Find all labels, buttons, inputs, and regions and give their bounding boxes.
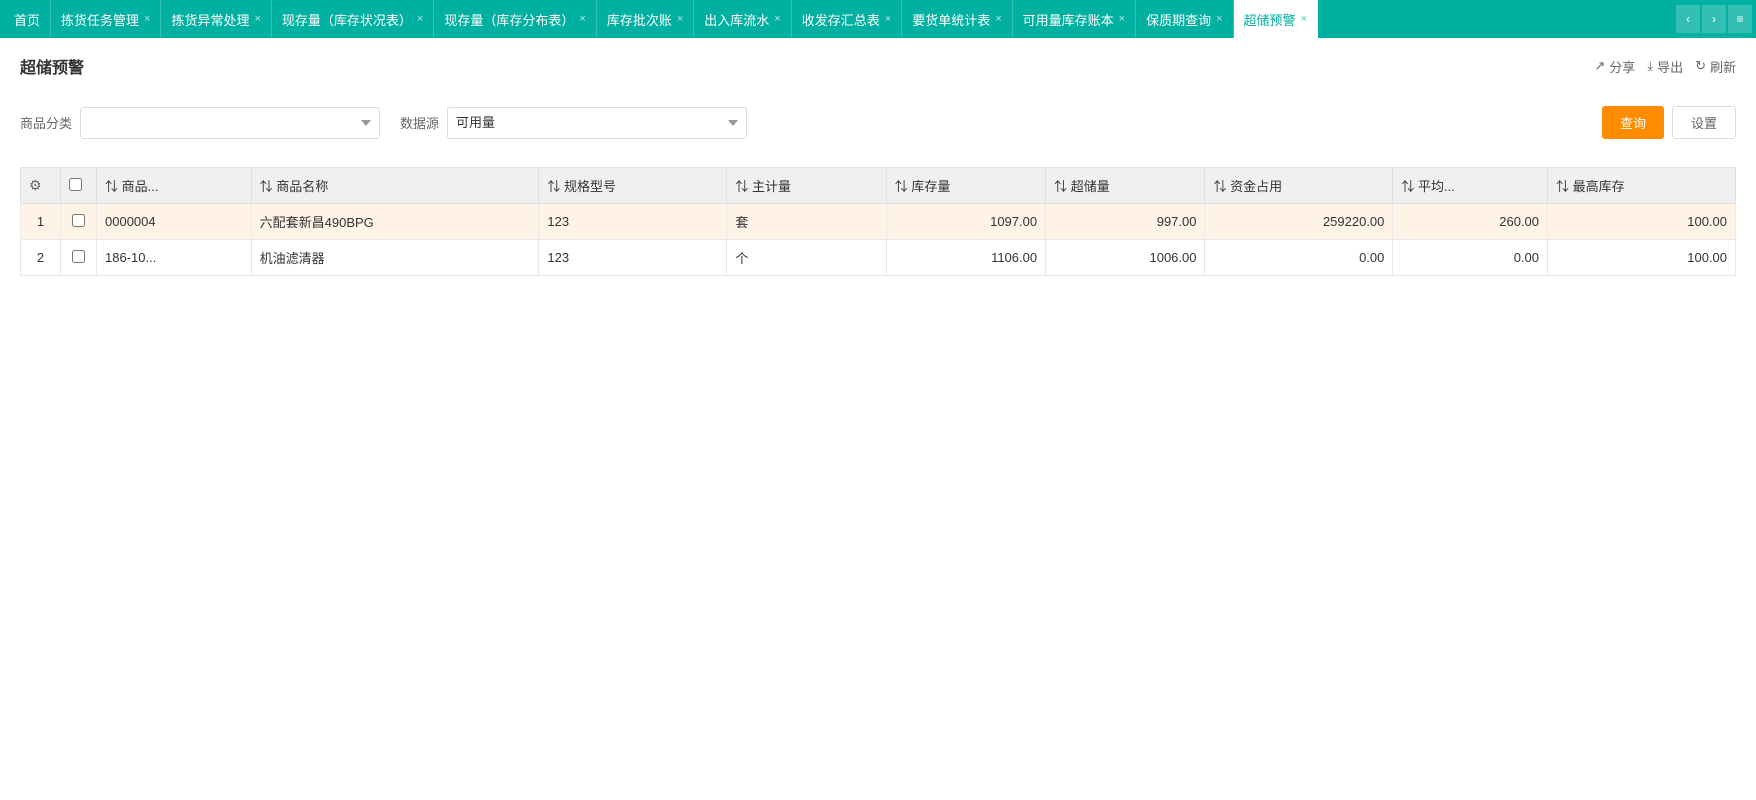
table-row: 1 0000004 六配套新昌490BPG 123 套 1097.00 997.… [21,204,1736,240]
tab-avail-stock[interactable]: 可用量库存账本× [1013,0,1136,38]
col-avg-header[interactable]: ⇅ 平均... [1393,168,1548,204]
row-capital: 259220.00 [1205,204,1393,240]
row-gear-cell: 2 [21,240,61,276]
row-overstock: 997.00 [1046,204,1205,240]
filter-area: 商品分类 数据源 可用量 库存量 查询 设置 [20,94,1736,151]
share-button[interactable]: ↗ 分享 [1594,57,1635,76]
table-container: ⚙ ⇅ 商品... ⇅ 商品名称 ⇅ 规格型号 ⇅ 主计量 [20,167,1736,276]
row-spec: 123 [539,204,727,240]
filter-buttons: 查询 设置 [1602,106,1736,139]
col-unit-header[interactable]: ⇅ 主计量 [727,168,886,204]
tab-collect[interactable]: 收发存汇总表× [792,0,902,38]
col-capital-header[interactable]: ⇅ 资金占用 [1205,168,1393,204]
export-button[interactable]: ⤓ 导出 [1647,57,1683,76]
nav-prev-button[interactable]: ‹ [1676,5,1700,33]
row-product-name: 机油滤清器 [251,240,539,276]
tab-quality[interactable]: 保质期查询× [1136,0,1233,38]
col-product-code-header[interactable]: ⇅ 商品... [97,168,252,204]
nav-arrows: ‹ › ≡ [1676,5,1752,33]
row-avg: 260.00 [1393,204,1548,240]
category-filter-group: 商品分类 [20,107,380,139]
row-check-cell [61,240,97,276]
header-actions: ↗ 分享 ⤓ 导出 ↻ 刷新 [1594,57,1736,76]
tab-close-quality[interactable]: × [1216,13,1222,25]
nav-more-button[interactable]: ≡ [1728,5,1752,33]
tab-close-task-mgmt[interactable]: × [144,13,150,25]
tab-close-order-stat[interactable]: × [995,13,1001,25]
col-overstock-header[interactable]: ⇅ 超储量 [1046,168,1205,204]
category-label: 商品分类 [20,113,72,132]
tab-overstock[interactable]: 超储预警× [1234,0,1318,38]
page-title: 超储预警 [20,54,84,78]
table-header-row: ⚙ ⇅ 商品... ⇅ 商品名称 ⇅ 规格型号 ⇅ 主计量 [21,168,1736,204]
refresh-button[interactable]: ↻ 刷新 [1695,57,1736,76]
query-button[interactable]: 查询 [1602,106,1664,139]
share-icon: ↗ [1594,58,1605,74]
col-stock-header[interactable]: ⇅ 库存量 [886,168,1045,204]
export-icon: ⤓ [1647,58,1653,74]
tab-close-overstock[interactable]: × [1301,13,1307,25]
tab-stock-dist[interactable]: 现存量（库存分布表）× [434,0,596,38]
nav-next-button[interactable]: › [1702,5,1726,33]
row-maxstock: 100.00 [1548,204,1736,240]
tab-close-stock-status[interactable]: × [417,13,423,25]
tab-home[interactable]: 首页 [4,0,51,38]
tab-close-inout[interactable]: × [774,13,780,25]
tab-abnormal[interactable]: 拣货异常处理× [161,0,271,38]
row-spec: 123 [539,240,727,276]
tab-close-abnormal[interactable]: × [254,13,260,25]
row-avg: 0.00 [1393,240,1548,276]
select-all-checkbox[interactable] [69,178,82,191]
row-check-cell [61,204,97,240]
page-container: 超储预警 ↗ 分享 ⤓ 导出 ↻ 刷新 商品分类 数据源 [0,38,1756,800]
datasource-label: 数据源 [400,113,439,132]
datasource-select[interactable]: 可用量 库存量 [447,107,747,139]
row-stock: 1106.00 [886,240,1045,276]
settings-button[interactable]: 设置 [1672,106,1736,139]
settings-gear-icon[interactable]: ⚙ [29,177,42,193]
tab-close-collect[interactable]: × [885,13,891,25]
row-product-code: 0000004 [97,204,252,240]
row-unit: 个 [727,240,886,276]
datasource-filter-group: 数据源 可用量 库存量 [400,107,747,139]
tab-close-stock-dist[interactable]: × [579,13,585,25]
row-checkbox[interactable] [72,214,85,227]
row-stock: 1097.00 [886,204,1045,240]
row-gear-cell: 1 [21,204,61,240]
col-product-name-header[interactable]: ⇅ 商品名称 [251,168,539,204]
tab-stock-status[interactable]: 现存量（库存状况表）× [272,0,434,38]
tab-close-avail-stock[interactable]: × [1119,13,1125,25]
top-nav: 首页拣货任务管理×拣货异常处理×现存量（库存状况表）×现存量（库存分布表）×库存… [0,0,1756,38]
row-overstock: 1006.00 [1046,240,1205,276]
row-product-name: 六配套新昌490BPG [251,204,539,240]
table-row: 2 186-10... 机油滤清器 123 个 1106.00 1006.00 … [21,240,1736,276]
page-header: 超储预警 ↗ 分享 ⤓ 导出 ↻ 刷新 [20,54,1736,78]
col-check-header [61,168,97,204]
row-capital: 0.00 [1205,240,1393,276]
col-maxstock-header[interactable]: ⇅ 最高库存 [1548,168,1736,204]
row-maxstock: 100.00 [1548,240,1736,276]
category-select[interactable] [80,107,380,139]
row-product-code: 186-10... [97,240,252,276]
tab-batch[interactable]: 库存批次账× [597,0,694,38]
row-checkbox[interactable] [72,250,85,263]
tab-order-stat[interactable]: 要货单统计表× [902,0,1012,38]
col-gear-header: ⚙ [21,168,61,204]
row-unit: 套 [727,204,886,240]
refresh-icon: ↻ [1695,58,1706,74]
data-table: ⚙ ⇅ 商品... ⇅ 商品名称 ⇅ 规格型号 ⇅ 主计量 [20,167,1736,276]
tab-inout[interactable]: 出入库流水× [694,0,791,38]
tab-close-batch[interactable]: × [677,13,683,25]
col-spec-header[interactable]: ⇅ 规格型号 [539,168,727,204]
tab-task-mgmt[interactable]: 拣货任务管理× [51,0,161,38]
